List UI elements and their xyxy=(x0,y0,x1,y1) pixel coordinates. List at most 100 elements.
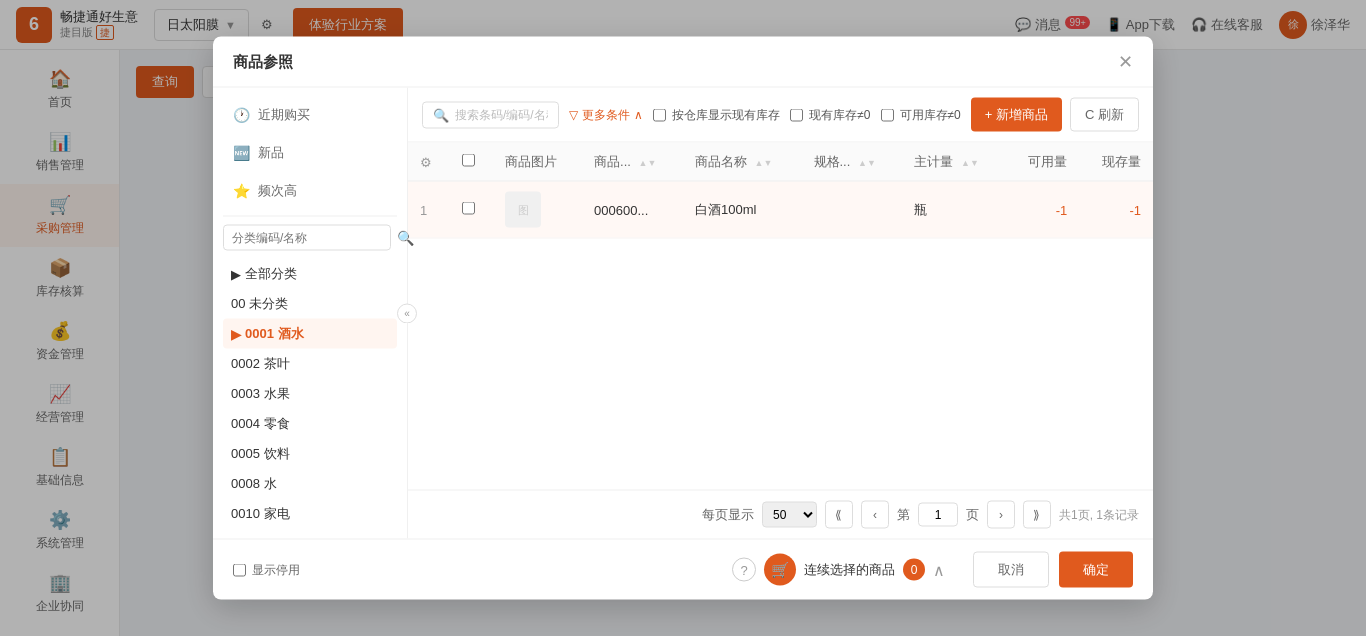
category-0001[interactable]: ▶ 0001 酒水 xyxy=(223,319,397,349)
category-search-input[interactable] xyxy=(223,225,391,251)
warehouse-stock-checkbox[interactable] xyxy=(653,108,666,121)
per-page-label: 每页显示 xyxy=(702,506,754,524)
category-0004[interactable]: 0004 零食 xyxy=(223,409,397,439)
cart-icon-button[interactable]: 🛒 xyxy=(764,554,796,586)
current-stock-checkbox[interactable] xyxy=(790,108,803,121)
help-button[interactable]: ? xyxy=(732,558,756,582)
left-divider xyxy=(223,216,397,217)
unit-sort-icon: ▲▼ xyxy=(961,159,979,168)
unit-col-label: 主计量 xyxy=(914,154,953,169)
image-col-label: 商品图片 xyxy=(505,154,557,169)
category-0005-label: 0005 饮料 xyxy=(231,445,290,463)
column-settings-icon[interactable]: ⚙ xyxy=(420,154,432,169)
footer-center: ? 🛒 连续选择的商品 0 ∧ xyxy=(732,554,945,586)
th-name[interactable]: 商品名称 ▲▼ xyxy=(683,143,802,182)
left-tab-frequent-label: 频次高 xyxy=(258,182,297,200)
refresh-button[interactable]: C 刷新 xyxy=(1070,98,1139,132)
category-0002-label: 0002 茶叶 xyxy=(231,355,290,373)
available-stock-checkbox[interactable] xyxy=(881,108,894,121)
th-spec[interactable]: 规格... ▲▼ xyxy=(802,143,903,182)
row-num: 1 xyxy=(408,181,450,238)
stock-col-label: 现存量 xyxy=(1102,154,1141,169)
modal-close-button[interactable]: ✕ xyxy=(1118,51,1133,73)
new-icon: 🆕 xyxy=(233,145,250,161)
left-tab-new-label: 新品 xyxy=(258,144,284,162)
page-word: 第 xyxy=(897,506,910,524)
checkbox-warehouse-stock: 按仓库显示现有库存 xyxy=(653,106,780,123)
modal-title: 商品参照 xyxy=(233,52,293,71)
right-panel: 🔍 ▽ 更多条件 ∧ 按仓库显示现有库存 现有库存≠0 xyxy=(408,88,1153,539)
next-page-button[interactable]: › xyxy=(987,501,1015,529)
first-page-button[interactable]: ⟪ xyxy=(825,501,853,529)
category-all-label: 全部分类 xyxy=(245,265,297,283)
modal-header: 商品参照 ✕ xyxy=(213,37,1153,88)
row-code-cell: 000600... xyxy=(582,181,683,238)
spec-col-label: 规格... xyxy=(814,154,851,169)
th-unit[interactable]: 主计量 ▲▼ xyxy=(902,143,1005,182)
category-0008-label: 0008 水 xyxy=(231,475,277,493)
product-table: ⚙ 商品图片 商品... ▲▼ xyxy=(408,143,1153,239)
row-stock-cell: -1 xyxy=(1079,181,1153,238)
row-name-cell: 白酒100ml xyxy=(683,181,802,238)
show-disabled-label: 显示停用 xyxy=(252,561,300,578)
category-0004-label: 0004 零食 xyxy=(231,415,290,433)
select-all-checkbox[interactable] xyxy=(462,154,475,167)
product-search-input[interactable] xyxy=(455,108,548,122)
show-disabled-checkbox[interactable] xyxy=(233,563,246,576)
product-reference-modal: 商品参照 ✕ 🕐 近期购买 🆕 新品 ⭐ 频次高 xyxy=(213,37,1153,600)
table-header-row: ⚙ 商品图片 商品... ▲▼ xyxy=(408,143,1153,182)
frequent-icon: ⭐ xyxy=(233,183,250,199)
category-0008[interactable]: 0008 水 xyxy=(223,469,397,499)
left-panel-collapse-button[interactable]: « xyxy=(397,303,417,323)
page-number-input[interactable] xyxy=(918,503,958,527)
collapse-footer-button[interactable]: ∧ xyxy=(933,560,945,579)
per-page-select[interactable]: 50 10 20 100 xyxy=(762,502,817,528)
confirm-button[interactable]: 确定 xyxy=(1059,552,1133,588)
category-search-icon[interactable]: 🔍 xyxy=(397,230,414,246)
row-checkbox[interactable] xyxy=(462,202,475,215)
th-stock[interactable]: 现存量 xyxy=(1079,143,1153,182)
left-tab-frequent[interactable]: ⭐ 频次高 xyxy=(223,174,397,208)
more-filter-button[interactable]: ▽ 更多条件 ∧ xyxy=(569,106,643,123)
all-arrow-icon: ▶ xyxy=(231,266,241,281)
filter-arrow-icon: ∧ xyxy=(634,108,643,122)
category-0003[interactable]: 0003 水果 xyxy=(223,379,397,409)
last-page-button[interactable]: ⟫ xyxy=(1023,501,1051,529)
category-0010[interactable]: 0010 家电 xyxy=(223,499,397,529)
left-tabs: 🕐 近期购买 🆕 新品 ⭐ 频次高 xyxy=(213,98,407,208)
category-00-label: 00 未分类 xyxy=(231,295,288,313)
add-product-button[interactable]: + 新增商品 xyxy=(971,98,1062,132)
available-col-label: 可用量 xyxy=(1028,154,1067,169)
category-00[interactable]: 00 未分类 xyxy=(223,289,397,319)
code-sort-icon: ▲▼ xyxy=(639,159,657,168)
table-row[interactable]: 1 图 000600... 白酒100ml xyxy=(408,181,1153,238)
prev-page-button[interactable]: ‹ xyxy=(861,501,889,529)
checkbox-current-stock: 现有库存≠0 xyxy=(790,106,870,123)
product-search-box: 🔍 xyxy=(422,101,559,128)
toolbar-right: + 新增商品 C 刷新 xyxy=(971,98,1139,132)
left-tab-recent-label: 近期购买 xyxy=(258,106,310,124)
footer-left: 显示停用 xyxy=(233,561,300,578)
total-pages-info: 共1页, 1条记录 xyxy=(1059,506,1139,523)
category-0002[interactable]: 0002 茶叶 xyxy=(223,349,397,379)
category-0005[interactable]: 0005 饮料 xyxy=(223,439,397,469)
category-0010-label: 0010 家电 xyxy=(231,505,290,523)
toolbar: 🔍 ▽ 更多条件 ∧ 按仓库显示现有库存 现有库存≠0 xyxy=(408,88,1153,143)
available-stock-label: 可用库存≠0 xyxy=(900,106,961,123)
th-settings[interactable]: ⚙ xyxy=(408,143,450,182)
th-available[interactable]: 可用量 xyxy=(1006,143,1080,182)
modal-footer: 显示停用 ? 🛒 连续选择的商品 0 ∧ 取消 确定 xyxy=(213,539,1153,600)
category-0001-label: 0001 酒水 xyxy=(245,325,304,343)
th-code[interactable]: 商品... ▲▼ xyxy=(582,143,683,182)
left-tab-recent[interactable]: 🕐 近期购买 xyxy=(223,98,397,132)
left-tab-new[interactable]: 🆕 新品 xyxy=(223,136,397,170)
row-available-cell: -1 xyxy=(1006,181,1080,238)
cancel-button[interactable]: 取消 xyxy=(973,552,1049,588)
row-unit-cell: 瓶 xyxy=(902,181,1005,238)
product-unit: 瓶 xyxy=(914,202,927,217)
filter-icon: ▽ xyxy=(569,108,578,122)
category-tree: ▶ 全部分类 00 未分类 ▶ 0001 酒水 0002 茶叶 0003 水果 xyxy=(213,259,407,529)
row-spec-cell xyxy=(802,181,903,238)
category-all[interactable]: ▶ 全部分类 xyxy=(223,259,397,289)
collapse-left-icon: « xyxy=(404,308,410,319)
